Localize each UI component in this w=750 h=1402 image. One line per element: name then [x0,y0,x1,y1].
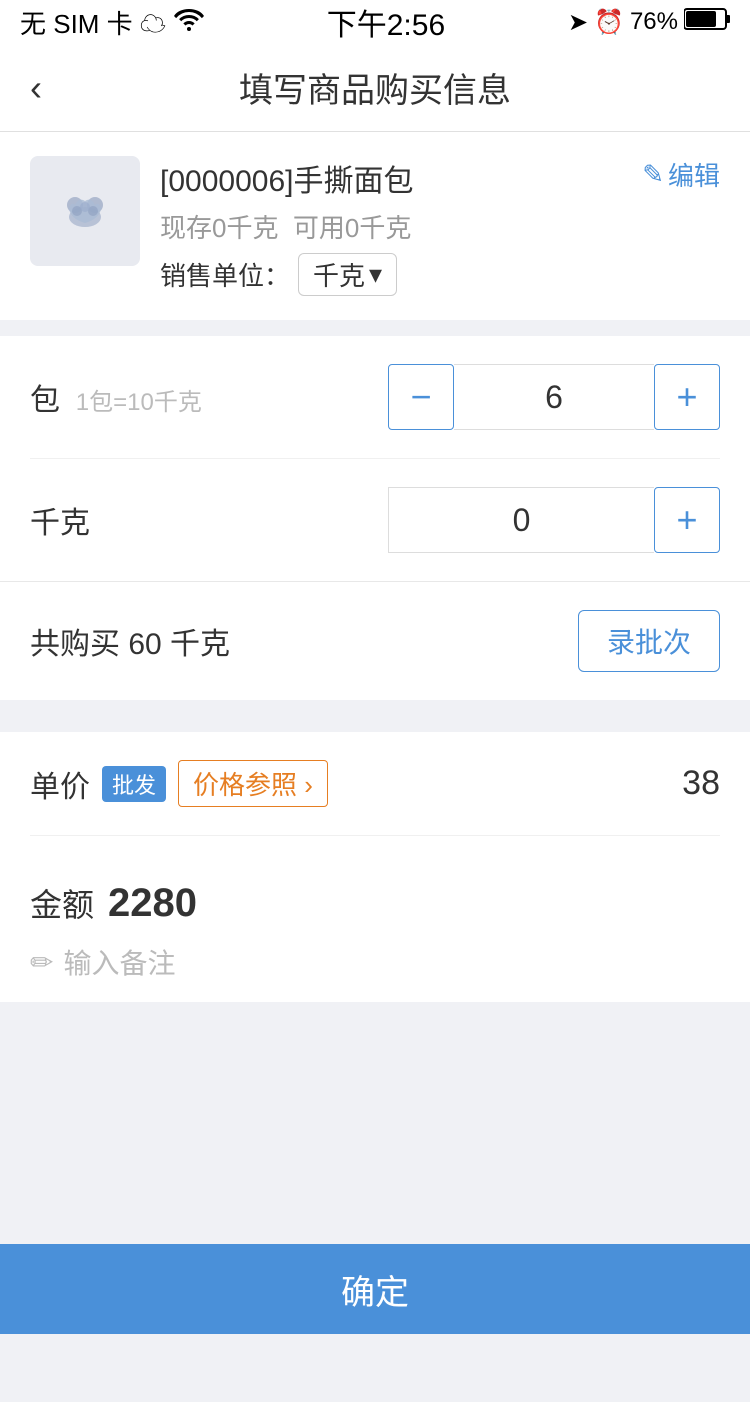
summary-text: 共购买 60 千克 [30,619,230,663]
edit-button[interactable]: ✎ 编辑 [642,156,720,193]
unit-selector[interactable]: 千克 ▾ [298,253,397,296]
empty-area [0,1002,750,1402]
amount-row: 金额 2280 [30,860,720,926]
edit-icon: ✎ [642,159,664,190]
product-name: [0000006]手撕面包 [160,156,622,200]
wifi-icon [174,7,204,38]
qty-bao-plus-button[interactable]: + [654,364,720,430]
remark-placeholder: 输入备注 [63,942,175,982]
quantity-kg-row: 千克 + [30,459,720,581]
qty-bao-controls: − + [388,364,720,430]
summary-row: 共购买 60 千克 录批次 [0,581,750,700]
amount-value: 2280 [108,881,197,926]
location-icon: ➤ [568,8,588,37]
section-divider [0,716,750,732]
qty-kg-label: 千克 [30,498,90,542]
alarm-icon: ⏰ [594,8,624,37]
amount-label: 金额 [30,880,94,926]
confirm-button[interactable]: 确定 [0,1244,750,1334]
quantity-section: 包 1包=10千克 − + 千克 + [0,336,750,581]
battery-icon [684,7,730,38]
nav-bar: ‹ 填写商品购买信息 [0,44,750,132]
product-image [30,156,140,266]
confirm-button-label: 确定 [341,1265,409,1314]
quantity-bao-row: 包 1包=10千克 − + [30,336,720,459]
pencil-icon: ✏ [30,946,53,979]
price-ref-button[interactable]: 价格参照 › [178,760,328,807]
product-info: [0000006]手撕面包 现存0千克 可用0千克 销售单位： 千克 ▾ [160,156,622,296]
page-title: 填写商品购买信息 [239,63,511,112]
product-stock: 现存0千克 可用0千克 [160,208,622,245]
price-section: 单价 批发 价格参照 › 38 [0,732,750,835]
price-left: 单价 批发 价格参照 › [30,760,328,807]
battery-percent: 76% [630,8,678,36]
qty-kg-input[interactable] [388,487,654,553]
qty-kg-controls: + [388,487,720,553]
record-batch-button[interactable]: 录批次 [578,610,720,672]
unit-label: 销售单位： [160,256,290,293]
price-label: 单价 [30,762,90,806]
qty-bao-label: 包 1包=10千克 [30,375,202,419]
qty-bao-input[interactable] [454,364,654,430]
sim-label: 无 SIM 卡 ☁ [20,4,166,41]
back-button[interactable]: ‹ [20,57,52,119]
price-value: 38 [682,764,720,803]
status-time: 下午2:56 [327,0,445,44]
status-left: 无 SIM 卡 ☁ [20,4,204,41]
status-bar: 无 SIM 卡 ☁ 下午2:56 ➤ ⏰ 76% [0,0,750,44]
product-unit-row: 销售单位： 千克 ▾ [160,253,622,296]
status-right: ➤ ⏰ 76% [568,7,730,38]
price-tag: 批发 [102,766,166,802]
product-card: [0000006]手撕面包 现存0千克 可用0千克 销售单位： 千克 ▾ ✎ 编… [0,132,750,320]
qty-kg-plus-button[interactable]: + [654,487,720,553]
remark-row[interactable]: ✏ 输入备注 [30,926,720,1002]
qty-bao-minus-button[interactable]: − [388,364,454,430]
unit-chevron-icon: ▾ [369,259,382,290]
amount-section: 金额 2280 ✏ 输入备注 [0,835,750,1002]
